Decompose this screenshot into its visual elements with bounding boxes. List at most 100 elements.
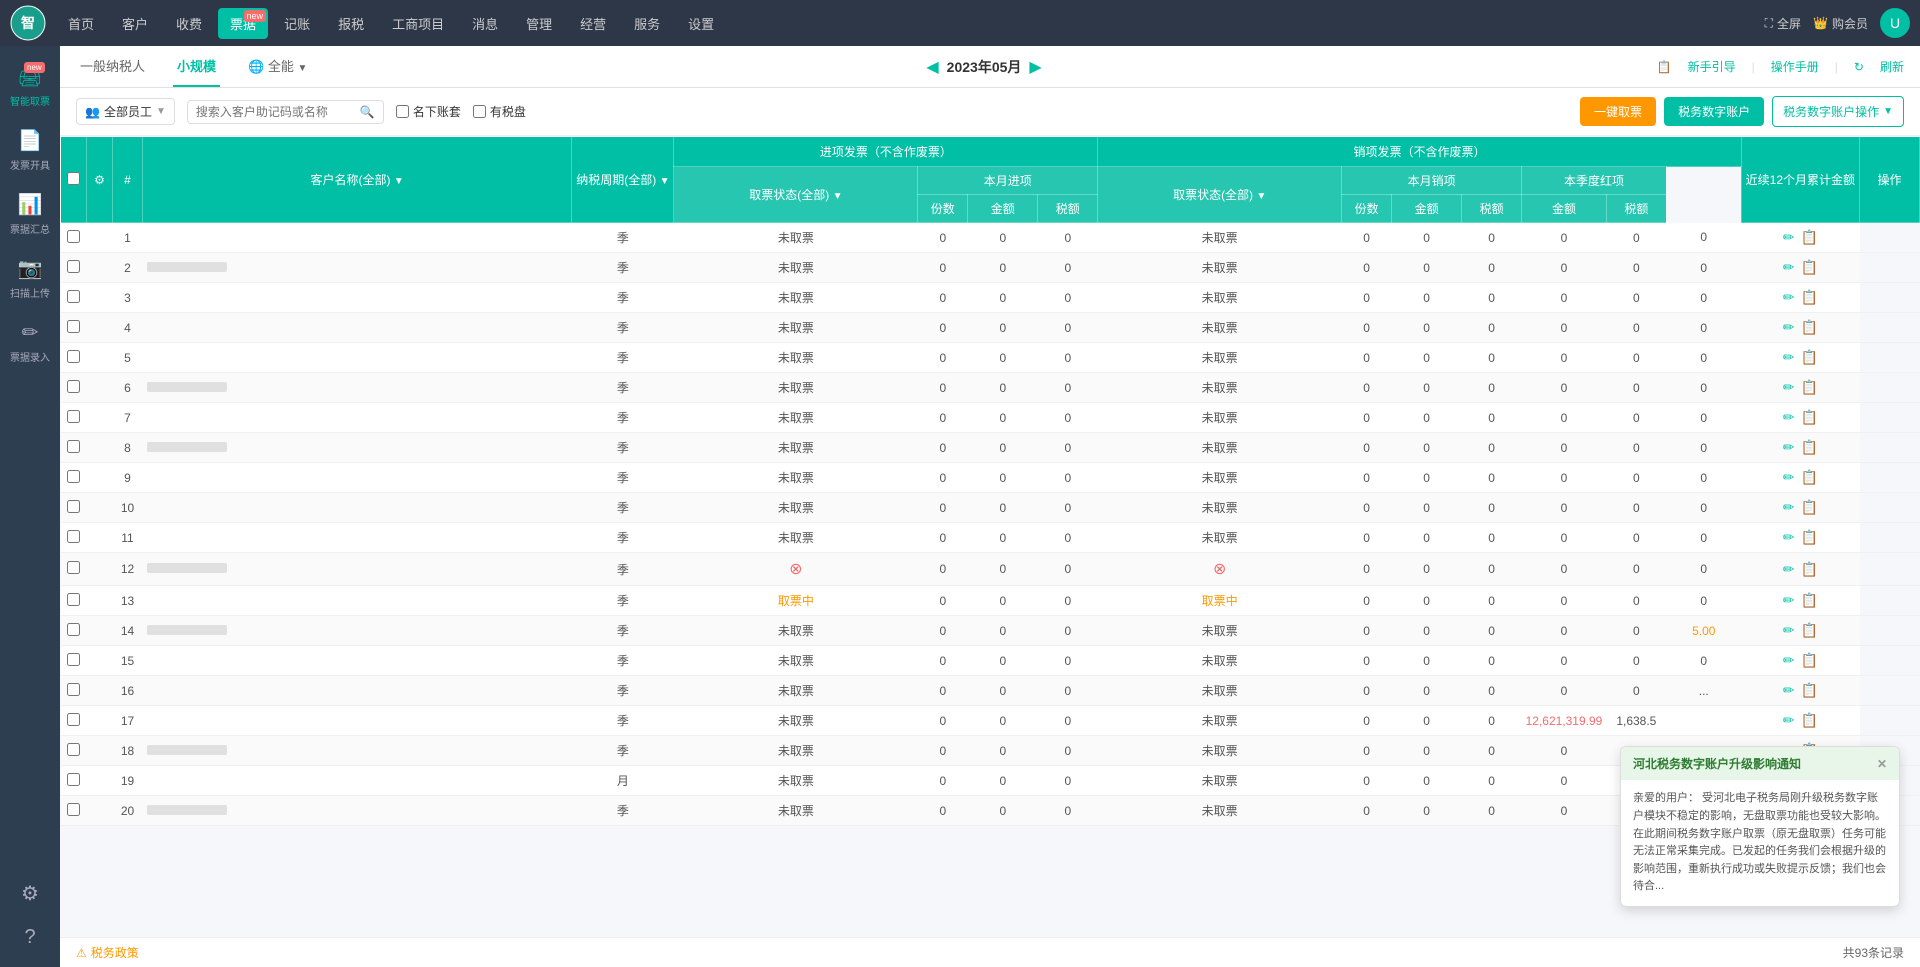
edit-button[interactable]: ✏: [1783, 409, 1795, 426]
edit-button[interactable]: ✏: [1783, 229, 1795, 246]
row-checkbox-cell[interactable]: [61, 463, 87, 493]
tax-policy-link[interactable]: ⚠ 税务政策: [76, 944, 139, 961]
select-all-checkbox[interactable]: [67, 172, 80, 185]
header-name-col[interactable]: 客户名称(全部) ▼: [143, 137, 572, 223]
header-outbound-status[interactable]: 取票状态(全部) ▼: [1098, 167, 1342, 223]
quick-ticket-button[interactable]: 一键取票: [1580, 97, 1656, 126]
copy-button[interactable]: 📋: [1800, 319, 1817, 336]
period-next-button[interactable]: ▶: [1029, 57, 1041, 77]
row-checkbox[interactable]: [67, 350, 80, 363]
row-checkbox-cell[interactable]: [61, 706, 87, 736]
edit-button[interactable]: ✏: [1783, 561, 1795, 578]
copy-button[interactable]: 📋: [1800, 652, 1817, 669]
row-checkbox-cell[interactable]: [61, 523, 87, 553]
row-checkbox[interactable]: [67, 561, 80, 574]
member-button[interactable]: 👑 购会员: [1813, 15, 1868, 32]
row-checkbox-cell[interactable]: [61, 586, 87, 616]
row-checkbox[interactable]: [67, 320, 80, 333]
header-period-col[interactable]: 纳税周期(全部) ▼: [572, 137, 674, 223]
period-prev-button[interactable]: ◀: [926, 57, 938, 77]
nav-item-ticket[interactable]: 票据 new: [218, 8, 268, 39]
row-checkbox-cell[interactable]: [61, 433, 87, 463]
refresh-link[interactable]: 刷新: [1880, 58, 1904, 75]
tax-digital-button[interactable]: 税务数字账户: [1664, 97, 1764, 126]
operation-manual-link[interactable]: 操作手册: [1771, 58, 1819, 75]
nav-item-tax[interactable]: 报税: [326, 8, 376, 39]
row-checkbox[interactable]: [67, 260, 80, 273]
tab-general-taxpayer[interactable]: 一般纳税人: [76, 46, 149, 87]
copy-button[interactable]: 📋: [1800, 259, 1817, 276]
row-checkbox-cell[interactable]: [61, 313, 87, 343]
copy-button[interactable]: 📋: [1800, 289, 1817, 306]
copy-button[interactable]: 📋: [1800, 712, 1817, 729]
copy-button[interactable]: 📋: [1800, 561, 1817, 578]
row-checkbox[interactable]: [67, 530, 80, 543]
row-checkbox-cell[interactable]: [61, 616, 87, 646]
edit-button[interactable]: ✏: [1783, 712, 1795, 729]
edit-button[interactable]: ✏: [1783, 319, 1795, 336]
row-checkbox-cell[interactable]: [61, 796, 87, 826]
row-checkbox-cell[interactable]: [61, 253, 87, 283]
employee-filter-select[interactable]: 👥 全部员工 ▼: [76, 98, 175, 125]
row-checkbox[interactable]: [67, 713, 80, 726]
row-checkbox-cell[interactable]: [61, 223, 87, 253]
copy-button[interactable]: 📋: [1800, 439, 1817, 456]
search-icon[interactable]: 🔍: [360, 105, 375, 119]
nav-item-business[interactable]: 工商项目: [380, 8, 456, 39]
copy-button[interactable]: 📋: [1800, 229, 1817, 246]
edit-button[interactable]: ✏: [1783, 529, 1795, 546]
nav-item-home[interactable]: 首页: [56, 8, 106, 39]
row-checkbox-cell[interactable]: [61, 403, 87, 433]
row-checkbox-cell[interactable]: [61, 553, 87, 586]
edit-button[interactable]: ✏: [1783, 349, 1795, 366]
copy-button[interactable]: 📋: [1800, 592, 1817, 609]
nav-item-operation[interactable]: 经营: [568, 8, 618, 39]
new-guide-link[interactable]: 新手引导: [1688, 58, 1736, 75]
edit-button[interactable]: ✏: [1783, 652, 1795, 669]
copy-button[interactable]: 📋: [1800, 529, 1817, 546]
row-checkbox-cell[interactable]: [61, 646, 87, 676]
tab-all-capable[interactable]: 🌐 全能 ▼: [244, 46, 311, 87]
fullscreen-button[interactable]: ⛶ 全屏: [1765, 15, 1801, 32]
row-checkbox[interactable]: [67, 653, 80, 666]
row-checkbox[interactable]: [67, 230, 80, 243]
nav-item-message[interactable]: 消息: [460, 8, 510, 39]
edit-button[interactable]: ✏: [1783, 469, 1795, 486]
tax-disk-checkbox[interactable]: [473, 105, 486, 118]
row-checkbox[interactable]: [67, 440, 80, 453]
search-input[interactable]: [196, 105, 356, 119]
row-checkbox[interactable]: [67, 470, 80, 483]
edit-button[interactable]: ✏: [1783, 439, 1795, 456]
row-checkbox-cell[interactable]: [61, 373, 87, 403]
nav-item-manage[interactable]: 管理: [514, 8, 564, 39]
nav-item-settings[interactable]: 设置: [676, 8, 726, 39]
sidebar-item-settings[interactable]: ⚙: [5, 873, 55, 914]
copy-button[interactable]: 📋: [1800, 499, 1817, 516]
edit-button[interactable]: ✏: [1783, 499, 1795, 516]
tax-operations-button[interactable]: 税务数字账户操作 ▼: [1772, 96, 1904, 127]
edit-button[interactable]: ✏: [1783, 259, 1795, 276]
row-checkbox-cell[interactable]: [61, 766, 87, 796]
row-checkbox[interactable]: [67, 743, 80, 756]
row-checkbox[interactable]: [67, 773, 80, 786]
edit-button[interactable]: ✏: [1783, 682, 1795, 699]
copy-button[interactable]: 📋: [1800, 622, 1817, 639]
copy-button[interactable]: 📋: [1800, 409, 1817, 426]
row-checkbox[interactable]: [67, 683, 80, 696]
avatar[interactable]: U: [1880, 8, 1910, 38]
sub-account-checkbox[interactable]: [396, 105, 409, 118]
row-checkbox[interactable]: [67, 593, 80, 606]
edit-button[interactable]: ✏: [1783, 379, 1795, 396]
row-checkbox[interactable]: [67, 380, 80, 393]
sidebar-item-invoice-issue[interactable]: 📄 发票开具: [5, 120, 55, 180]
row-checkbox[interactable]: [67, 500, 80, 513]
row-checkbox-cell[interactable]: [61, 343, 87, 373]
row-checkbox-cell[interactable]: [61, 493, 87, 523]
row-checkbox-cell[interactable]: [61, 283, 87, 313]
row-checkbox-cell[interactable]: [61, 676, 87, 706]
nav-item-accounting[interactable]: 记账: [272, 8, 322, 39]
edit-button[interactable]: ✏: [1783, 592, 1795, 609]
notification-close-button[interactable]: ✕: [1877, 757, 1887, 771]
row-checkbox[interactable]: [67, 803, 80, 816]
sidebar-item-ticket-entry[interactable]: ✏ 票据录入: [5, 312, 55, 372]
